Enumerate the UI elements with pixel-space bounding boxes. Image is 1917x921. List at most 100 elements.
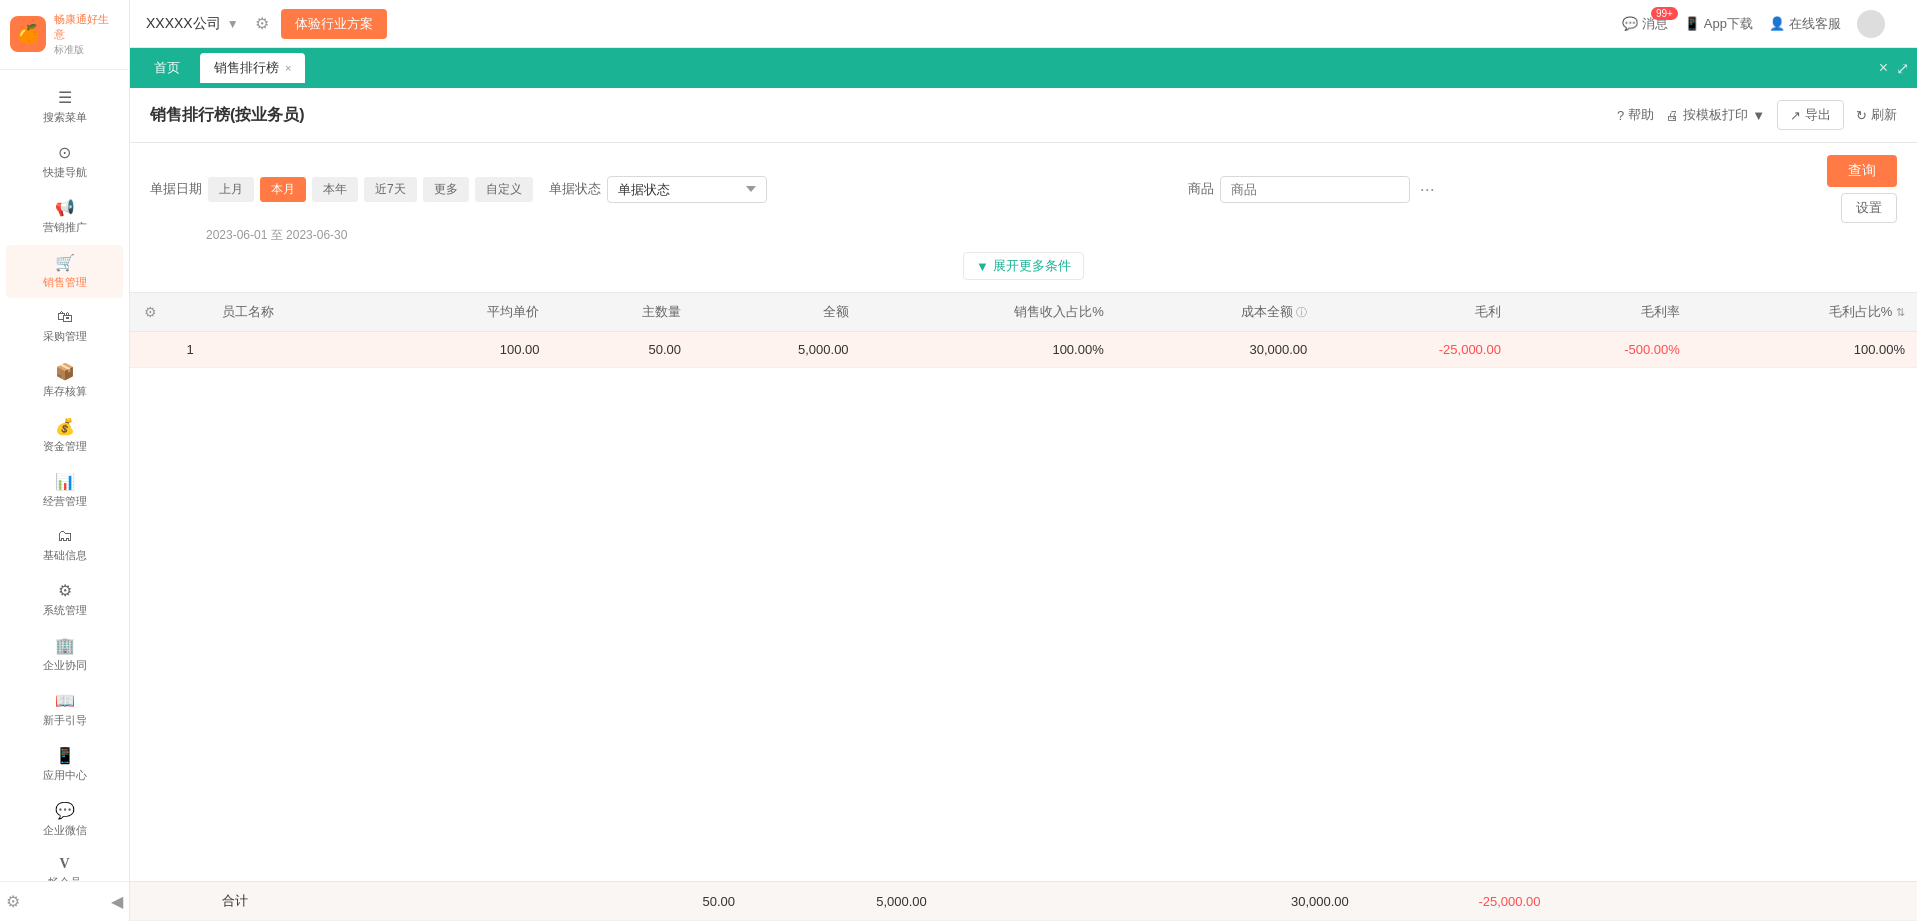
th-sales-ratio: 销售收入占比% [861,293,1116,332]
tab-close-icon[interactable]: × [285,62,291,74]
sidebar-item-label: 基础信息 [43,548,87,563]
goods-more-btn[interactable]: ··· [1416,179,1439,200]
sidebar-item-marketing[interactable]: 📢 营销推广 [6,190,123,243]
th-qty: 主数量 [551,293,693,332]
sidebar-item-wechat[interactable]: 💬 企业微信 [6,793,123,846]
tab-home[interactable]: 首页 [138,51,196,85]
help-btn[interactable]: ? 帮助 [1617,106,1654,124]
sidebar-item-inventory[interactable]: 📦 库存核算 [6,354,123,407]
summary-profit-rate [1553,882,1726,921]
expand-label: 展开更多条件 [993,257,1071,275]
chevron-down-icon: ▼ [976,259,989,274]
sidebar-item-label: 系统管理 [43,603,87,618]
sidebar-item-app-center[interactable]: 📱 应用中心 [6,738,123,791]
filter-row-1: 单据日期 上月 本月 本年 近7天 更多 自定义 单据状态 单据状态 [150,155,1897,223]
help-label: 帮助 [1628,106,1654,124]
date-range-text: 2023-06-01 至 2023-06-30 [206,228,347,242]
date-btn-more[interactable]: 更多 [423,177,469,202]
sidebar-item-finance[interactable]: 💰 资金管理 [6,409,123,462]
tab-expand-icon[interactable]: ⤢ [1896,59,1909,78]
sales-icon: 🛒 [55,253,75,272]
refresh-icon: ↻ [1856,108,1867,123]
set-btn[interactable]: 设置 [1841,193,1897,223]
goods-filter-label: 商品 [1188,180,1214,198]
summary-sales-ratio [939,882,1169,921]
date-btn-custom[interactable]: 自定义 [475,177,533,202]
date-btn-this-month[interactable]: 本月 [260,177,306,202]
tab-sales-ranking[interactable]: 销售排行榜 × [200,53,305,83]
company-selector[interactable]: XXXXX公司 ▼ [146,15,239,33]
basic-info-icon: 🗂 [57,527,73,545]
profit-ratio-value: 100.00% [1854,342,1905,357]
app-download-btn[interactable]: 📱 App下载 [1684,15,1753,33]
template-print-btn[interactable]: 🖨 按模板打印 ▼ [1666,106,1765,124]
topbar-right: 💬 消息 99+ 📱 App下载 👤 在线客服 [1622,10,1901,38]
td-settings-cell [130,332,170,368]
th-profit-ratio: 毛利占比% ⇅ [1692,293,1917,332]
th-profit-rate-label: 毛利率 [1641,304,1680,319]
app-download-label: App下载 [1704,15,1753,33]
sidebar-item-basic-info[interactable]: 🗂 基础信息 [6,519,123,571]
sidebar-item-enterprise[interactable]: 🏢 企业协同 [6,628,123,681]
sidebar-settings-icon[interactable]: ⚙ [6,892,20,911]
date-filter-label: 单据日期 [150,180,202,198]
th-avg-price-label: 平均单价 [487,304,539,319]
sidebar-item-label: 采购管理 [43,329,87,344]
finance-icon: 💰 [55,417,75,436]
enterprise-icon: 🏢 [55,636,75,655]
status-select[interactable]: 单据状态 [607,176,767,203]
guide-icon: 📖 [55,691,75,710]
td-rank: 1 [170,332,210,368]
summary-avg-price [440,882,593,921]
sidebar-item-label: 搜索菜单 [43,110,87,125]
td-amount: 5,000.00 [693,332,861,368]
sidebar-item-guide[interactable]: 📖 新手引导 [6,683,123,736]
th-profit-label: 毛利 [1475,304,1501,319]
td-name [210,332,381,368]
filter-area: 单据日期 上月 本月 本年 近7天 更多 自定义 单据状态 单据状态 [130,143,1917,293]
company-arrow-icon: ▼ [227,17,239,31]
sidebar-item-label: 经营管理 [43,494,87,509]
date-btn-last-month[interactable]: 上月 [208,177,254,202]
sidebar-item-system[interactable]: ⚙ 系统管理 [6,573,123,626]
td-profit-rate: -500.00% [1513,332,1692,368]
sidebar-collapse-icon[interactable]: ◀ [111,892,123,911]
query-btn[interactable]: 查询 [1827,155,1897,187]
data-table: ⚙ 员工名称 平均单价 主数量 [130,293,1917,368]
tabbar-right: × ⤢ [1879,59,1909,78]
topbar-settings-icon[interactable]: ⚙ [255,14,269,33]
wechat-icon: 💬 [55,801,75,820]
goods-input[interactable] [1220,176,1410,203]
sidebar-item-sales[interactable]: 🛒 销售管理 [6,245,123,298]
cost-value: 30,000.00 [1249,342,1307,357]
help-icon: ? [1617,108,1624,123]
export-btn[interactable]: ↗ 导出 [1777,100,1844,130]
export-icon: ↗ [1790,108,1801,123]
profit-rate-value: -500.00% [1624,342,1680,357]
sidebar-item-member[interactable]: V 畅会员 [6,848,123,881]
refresh-btn[interactable]: ↻ 刷新 [1856,106,1897,124]
summary-amount: 5,000.00 [747,882,939,921]
purchase-icon: 🛍 [57,308,73,326]
message-btn[interactable]: 💬 消息 99+ [1622,15,1668,33]
sidebar-item-operations[interactable]: 📊 经营管理 [6,464,123,517]
expand-more-btn[interactable]: ▼ 展开更多条件 [963,252,1084,280]
profit-ratio-sort-icon[interactable]: ⇅ [1896,306,1905,318]
sidebar-item-purchase[interactable]: 🛍 采购管理 [6,300,123,352]
sidebar: 🍊 畅康通好生意 标准版 ☰ 搜索菜单 ⊙ 快捷导航 📢 营销推广 🛒 销售管理… [0,0,130,921]
date-btn-this-year[interactable]: 本年 [312,177,358,202]
online-service-btn[interactable]: 👤 在线客服 [1769,15,1841,33]
date-btn-7days[interactable]: 近7天 [364,177,417,202]
column-settings-icon[interactable]: ⚙ [144,304,157,320]
sidebar-item-quick-nav[interactable]: ⊙ 快捷导航 [6,135,123,188]
avatar[interactable] [1857,10,1885,38]
summary-rank-cell [170,882,210,921]
th-settings[interactable]: ⚙ [130,293,170,332]
table-header-row: ⚙ 员工名称 平均单价 主数量 [130,293,1917,332]
table-wrap: ⚙ 员工名称 平均单价 主数量 [130,293,1917,921]
cost-info-icon[interactable]: ⓘ [1296,306,1307,318]
sidebar-item-search[interactable]: ☰ 搜索菜单 [6,80,123,133]
system-icon: ⚙ [58,581,72,600]
tab-close-all-icon[interactable]: × [1879,59,1888,77]
trial-btn[interactable]: 体验行业方案 [281,9,387,39]
